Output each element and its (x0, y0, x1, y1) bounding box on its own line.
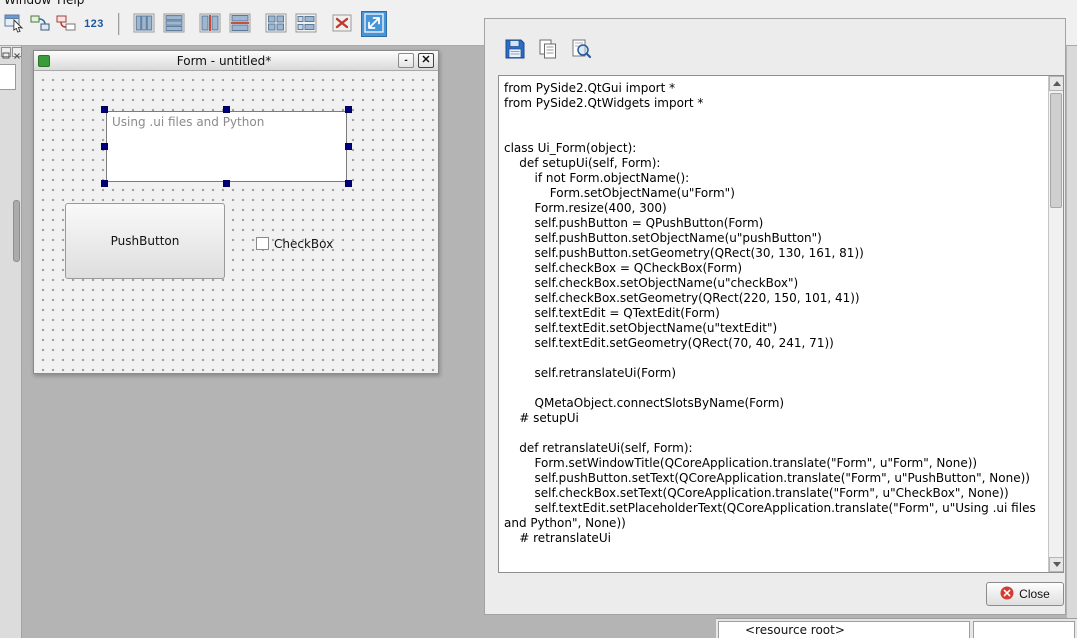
up-arrow-icon (1053, 81, 1061, 86)
menu-window[interactable]: Window (4, 0, 51, 7)
textedit-widget[interactable]: Using .ui files and Python (106, 111, 347, 182)
lay-out-horizontally-icon (133, 12, 155, 37)
toolbar-separator (118, 13, 120, 35)
checkbox-box[interactable] (256, 237, 269, 250)
widget-box-dock-edge (0, 46, 22, 638)
selection-handle[interactable] (101, 180, 108, 187)
right-gutter (1067, 46, 1077, 618)
code-scrollbar[interactable] (1048, 76, 1063, 572)
adjust-size-icon (363, 12, 385, 37)
close-dialog-label: Close (1019, 587, 1050, 601)
selection-handle[interactable] (345, 180, 352, 187)
lay-out-vertically-in-splitter-icon (229, 12, 251, 37)
scrollbar-thumb[interactable] (1050, 93, 1062, 208)
edit-signals-slots-icon (29, 12, 51, 37)
minimize-button[interactable]: - (398, 53, 414, 68)
copy-icon (536, 37, 560, 64)
code-view: from PySide2.QtGui import * from PySide2… (498, 75, 1064, 573)
edit-signals-slots-button[interactable] (27, 11, 53, 37)
form-window-titlebar[interactable]: Form - untitled* - ✕ (34, 51, 438, 71)
close-dialog-icon (1000, 586, 1014, 603)
dock-float-button[interactable] (1, 47, 11, 57)
form-editor-window: Form - untitled* - ✕ Using .ui files and… (33, 50, 439, 374)
break-layout-icon (331, 12, 353, 37)
lay-out-in-form-layout-button[interactable] (293, 11, 319, 37)
menu-help[interactable]: Help (57, 0, 84, 7)
form-canvas[interactable]: Using .ui files and Python PushButton Ch… (34, 71, 438, 373)
lay-out-vertically-button[interactable] (161, 11, 187, 37)
widget-filter-input[interactable] (0, 64, 16, 90)
lay-out-in-form-layout-icon (295, 12, 317, 37)
scroll-up-button[interactable] (1049, 76, 1064, 91)
lay-out-vertically-icon (163, 12, 185, 37)
lay-out-in-grid-icon (265, 12, 287, 37)
selection-handle[interactable] (101, 106, 108, 113)
form-window-title: Form - untitled* (54, 54, 394, 68)
resource-root-item[interactable]: <resource root> (719, 622, 969, 638)
selection-handle[interactable] (223, 106, 230, 113)
selection-handle[interactable] (345, 143, 352, 150)
checkbox-widget[interactable]: CheckBox (256, 223, 357, 264)
dock-close-button[interactable] (12, 47, 22, 57)
save-icon (503, 37, 527, 64)
lay-out-horizontally-in-splitter-icon (199, 12, 221, 37)
form-window-icon (38, 55, 50, 67)
close-window-button[interactable]: ✕ (418, 53, 434, 68)
close-dialog-button[interactable]: Close (986, 582, 1064, 606)
lay-out-in-grid-button[interactable] (263, 11, 289, 37)
preview-button[interactable] (567, 36, 595, 64)
selection-handle[interactable] (345, 106, 352, 113)
selection-handle[interactable] (101, 143, 108, 150)
down-arrow-icon (1053, 562, 1061, 567)
pushbutton-widget[interactable]: PushButton (65, 203, 225, 279)
lay-out-horizontally-in-splitter-button[interactable] (197, 11, 223, 37)
edit-tab-order-button[interactable]: 123 (81, 11, 107, 37)
adjust-size-button[interactable] (361, 11, 387, 37)
scroll-down-button[interactable] (1049, 557, 1064, 572)
edit-tab-order-icon: 123 (84, 18, 104, 30)
checkbox-label: CheckBox (274, 237, 333, 251)
widget-box-scrollbar-thumb[interactable] (13, 200, 20, 262)
save-button[interactable] (501, 36, 529, 64)
copy-button[interactable] (534, 36, 562, 64)
lay-out-horizontally-button[interactable] (131, 11, 157, 37)
lay-out-vertically-in-splitter-button[interactable] (227, 11, 253, 37)
preview-magnifier-icon (569, 37, 593, 64)
python-code-text[interactable]: from PySide2.QtGui import * from PySide2… (499, 76, 1048, 572)
resource-side-pane[interactable] (973, 621, 1075, 638)
selection-handle[interactable] (223, 180, 230, 187)
qt-designer-window: Window Help 123 (0, 0, 1077, 638)
edit-buddies-button[interactable] (53, 11, 79, 37)
edit-widgets-icon (3, 12, 25, 37)
resource-browser-panel: <resource root> (716, 618, 1077, 638)
edit-widgets-button[interactable] (1, 11, 27, 37)
resource-tree[interactable]: <resource root> (718, 621, 970, 638)
menubar: Window Help (0, 0, 320, 7)
edit-buddies-icon (55, 12, 77, 37)
break-layout-button[interactable] (329, 11, 355, 37)
view-python-code-dialog: from PySide2.QtGui import * from PySide2… (484, 18, 1066, 615)
